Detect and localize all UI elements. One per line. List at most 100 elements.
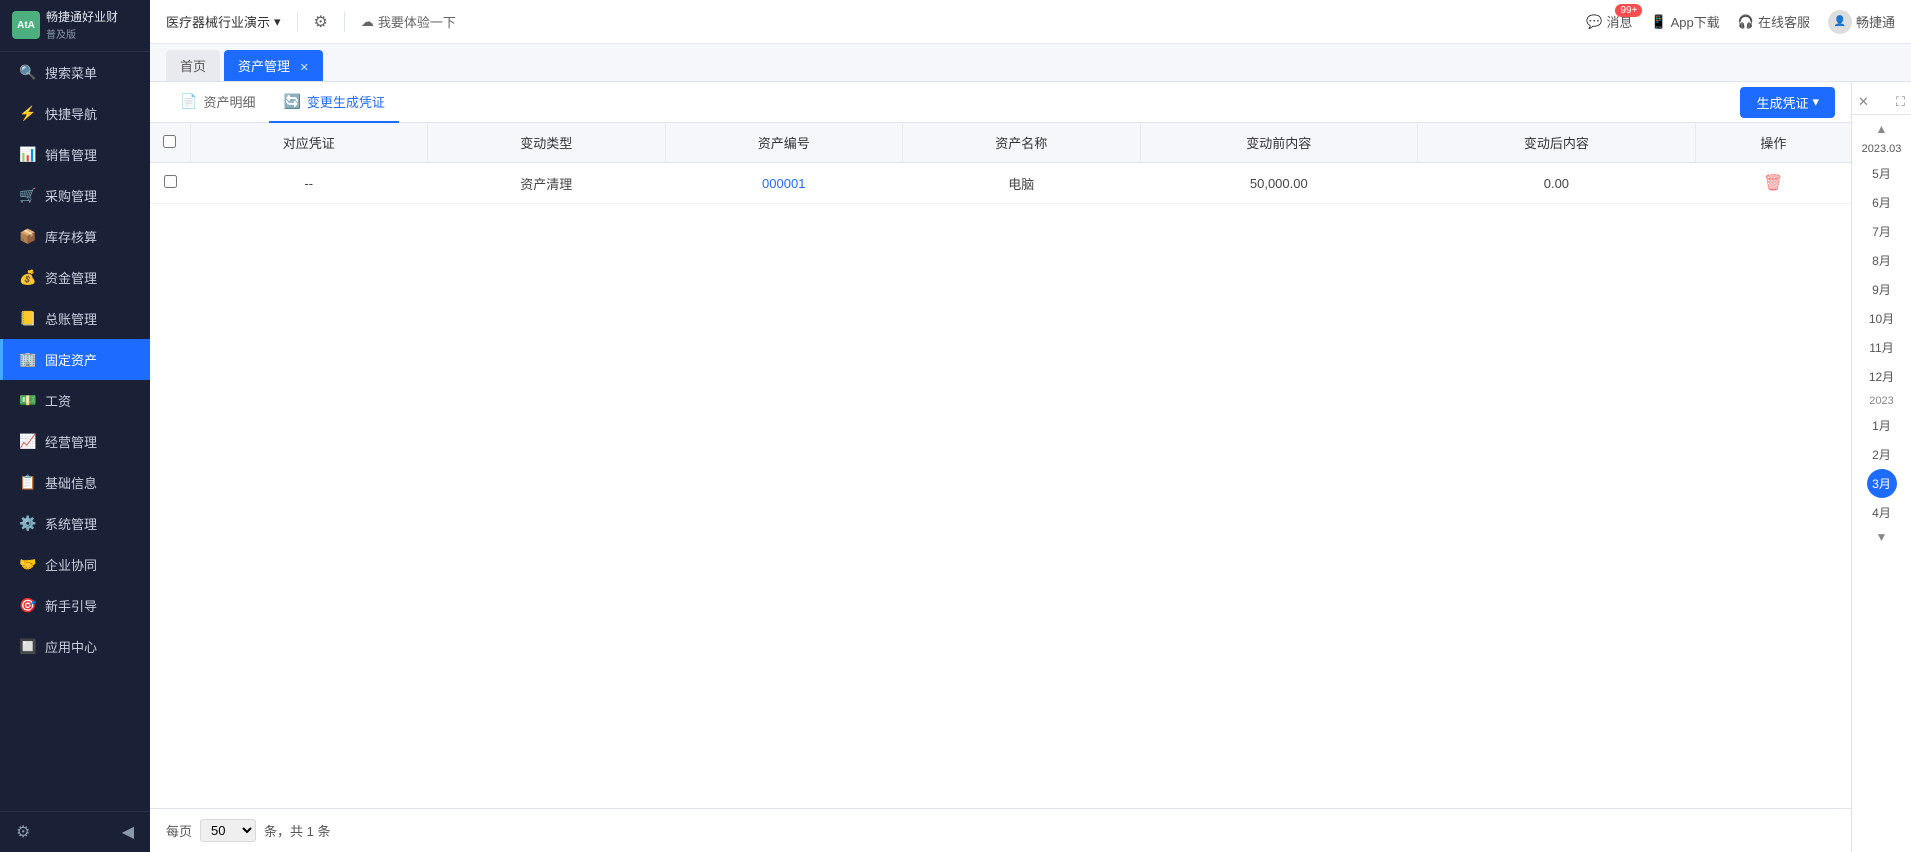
logo-icon: AtA [12, 11, 40, 39]
basic-icon: 📋 [19, 473, 37, 491]
month-nav-down[interactable]: ▼ [1872, 527, 1892, 547]
col-before: 变动前内容 [1140, 123, 1418, 163]
col-asset-code: 资产编号 [665, 123, 903, 163]
sidebar-item-purchase[interactable]: 🛒 采购管理 [0, 175, 150, 216]
app-download-button[interactable]: 📱 App下载 [1650, 12, 1719, 31]
tab-close-icon[interactable]: ✕ [300, 62, 309, 74]
sidebar-item-quicknav[interactable]: ⚡ 快捷导航 [0, 93, 150, 134]
salary-icon: 💵 [19, 391, 37, 409]
messages-button[interactable]: 💬 消息 99+ [1586, 12, 1632, 31]
voucher-table: 对应凭证 变动类型 资产编号 资产名称 变动前内容 变动后内容 操作 [150, 123, 1851, 204]
select-all-checkbox[interactable] [163, 135, 176, 148]
row-checkbox[interactable] [164, 175, 177, 188]
inner-tab-detail[interactable]: 📄 资产明细 [166, 82, 269, 123]
download-icon: 📱 [1650, 14, 1666, 30]
main-area: 医疗器械行业演示 ▾ ⚙ ☁ 我要体验一下 💬 消息 99+ 📱 App下载 🎧… [150, 0, 1911, 852]
collapse-icon[interactable]: ◀ [122, 822, 134, 842]
sidebar-item-assets[interactable]: 🏢 固定资产 [0, 339, 150, 380]
sidebar-item-sales[interactable]: 📊 销售管理 [0, 134, 150, 175]
cell-asset-code: 000001 [665, 163, 903, 204]
month-2[interactable]: 2月 [1852, 440, 1911, 469]
sidebar-item-enterprise[interactable]: 🤝 企业协同 [0, 544, 150, 585]
message-icon: 💬 [1586, 14, 1602, 30]
company-selector[interactable]: 医疗器械行业演示 ▾ [166, 12, 281, 31]
inner-tab-voucher[interactable]: 🔄 变更生成凭证 [269, 82, 398, 123]
month-11[interactable]: 11月 [1852, 333, 1911, 362]
cell-after: 0.00 [1418, 163, 1696, 204]
row-checkbox-cell [150, 163, 190, 204]
sidebar-logo: AtA 畅捷通好业财 普及版 [0, 0, 150, 52]
operation-icon: 📈 [19, 432, 37, 450]
tab-assets[interactable]: 资产管理 ✕ [224, 50, 323, 81]
col-after: 变动后内容 [1418, 123, 1696, 163]
month-10[interactable]: 10月 [1852, 304, 1911, 333]
apps-icon: 🔲 [19, 637, 37, 655]
tabbar: 首页 资产管理 ✕ [150, 44, 1911, 82]
sidebar-item-funds[interactable]: 💰 资金管理 [0, 257, 150, 298]
ledger-icon: 📒 [19, 309, 37, 327]
month-6[interactable]: 6月 [1852, 188, 1911, 217]
sidebar-item-basic[interactable]: 📋 基础信息 [0, 462, 150, 503]
experience-link[interactable]: ☁ 我要体验一下 [361, 12, 456, 31]
experience-label: 我要体验一下 [378, 12, 456, 31]
month-5[interactable]: 5月 [1852, 159, 1911, 188]
topbar-divider [297, 12, 298, 32]
sidebar-item-operation[interactable]: 📈 经营管理 [0, 421, 150, 462]
search-icon: 🔍 [19, 63, 37, 81]
online-service-button[interactable]: 🎧 在线客服 [1738, 12, 1810, 31]
inventory-icon: 📦 [19, 227, 37, 245]
month-nav-up[interactable]: ▲ [1872, 119, 1892, 139]
service-icon: 🎧 [1738, 14, 1754, 30]
sidebar: AtA 畅捷通好业财 普及版 🔍 搜索菜单 ⚡ 快捷导航 📊 销售管理 🛒 采购… [0, 0, 150, 852]
sidebar-nav: 🔍 搜索菜单 ⚡ 快捷导航 📊 销售管理 🛒 采购管理 📦 库存核算 💰 资金管… [0, 52, 150, 811]
sidebar-item-ledger[interactable]: 📒 总账管理 [0, 298, 150, 339]
month-7[interactable]: 7月 [1852, 217, 1911, 246]
month-4[interactable]: 4月 [1852, 498, 1911, 527]
topbar-right: 💬 消息 99+ 📱 App下载 🎧 在线客服 👤 畅捷通 [1586, 10, 1895, 34]
right-panel: ✕ ⛶ ▲ 2023.03 5月 6月 7月 8月 9月 10月 11月 12月… [1851, 82, 1911, 852]
assets-icon: 🏢 [19, 350, 37, 368]
year-month-label: 2023.03 [1852, 139, 1911, 159]
logo-sub: 普及版 [46, 26, 118, 41]
cell-before: 50,000.00 [1140, 163, 1418, 204]
table-container: 对应凭证 变动类型 资产编号 资产名称 变动前内容 变动后内容 操作 [150, 123, 1851, 808]
sidebar-item-guide[interactable]: 🎯 新手引导 [0, 585, 150, 626]
sidebar-footer: ⚙ ◀ [0, 811, 150, 852]
generate-voucher-button[interactable]: 生成凭证 ▾ [1740, 87, 1835, 118]
cell-voucher: -- [190, 163, 428, 204]
year-2023-label: 2023 [1852, 391, 1911, 411]
month-12[interactable]: 12月 [1852, 362, 1911, 391]
right-panel-close-icon[interactable]: ✕ [1858, 94, 1869, 110]
system-icon: ⚙️ [19, 514, 37, 532]
cell-change-type: 资产清理 [428, 163, 666, 204]
sidebar-item-inventory[interactable]: 📦 库存核算 [0, 216, 150, 257]
avatar: 👤 [1828, 10, 1852, 34]
col-action: 操作 [1695, 123, 1851, 163]
funds-icon: 💰 [19, 268, 37, 286]
settings-footer-icon[interactable]: ⚙ [16, 822, 30, 842]
month-9[interactable]: 9月 [1852, 275, 1911, 304]
username: 畅捷通 [1856, 12, 1895, 31]
month-3-active[interactable]: 3月 [1867, 469, 1897, 498]
quicknav-icon: ⚡ [19, 104, 37, 122]
page-content: 📄 资产明细 🔄 变更生成凭证 生成凭证 ▾ [150, 82, 1851, 852]
sidebar-item-search[interactable]: 🔍 搜索菜单 [0, 52, 150, 93]
pagination: 每页 50 10 20 100 条，共 1 条 [150, 808, 1851, 852]
cell-asset-name: 电脑 [903, 163, 1141, 204]
user-menu[interactable]: 👤 畅捷通 [1828, 10, 1895, 34]
detail-tab-icon: 📄 [180, 93, 197, 110]
sidebar-item-salary[interactable]: 💵 工资 [0, 380, 150, 421]
dropdown-arrow-icon: ▾ [274, 14, 281, 30]
per-page-select[interactable]: 50 10 20 100 [200, 819, 256, 842]
generate-dropdown-icon: ▾ [1812, 94, 1819, 110]
sidebar-item-system[interactable]: ⚙️ 系统管理 [0, 503, 150, 544]
delete-icon[interactable]: 🗑 [1763, 175, 1783, 192]
topbar: 医疗器械行业演示 ▾ ⚙ ☁ 我要体验一下 💬 消息 99+ 📱 App下载 🎧… [150, 0, 1911, 44]
settings-icon[interactable]: ⚙ [314, 12, 328, 32]
purchase-icon: 🛒 [19, 186, 37, 204]
month-8[interactable]: 8月 [1852, 246, 1911, 275]
sidebar-item-apps[interactable]: 🔲 应用中心 [0, 626, 150, 667]
tab-home[interactable]: 首页 [166, 50, 220, 81]
right-panel-expand-icon[interactable]: ⛶ [1896, 94, 1905, 110]
month-1[interactable]: 1月 [1852, 411, 1911, 440]
